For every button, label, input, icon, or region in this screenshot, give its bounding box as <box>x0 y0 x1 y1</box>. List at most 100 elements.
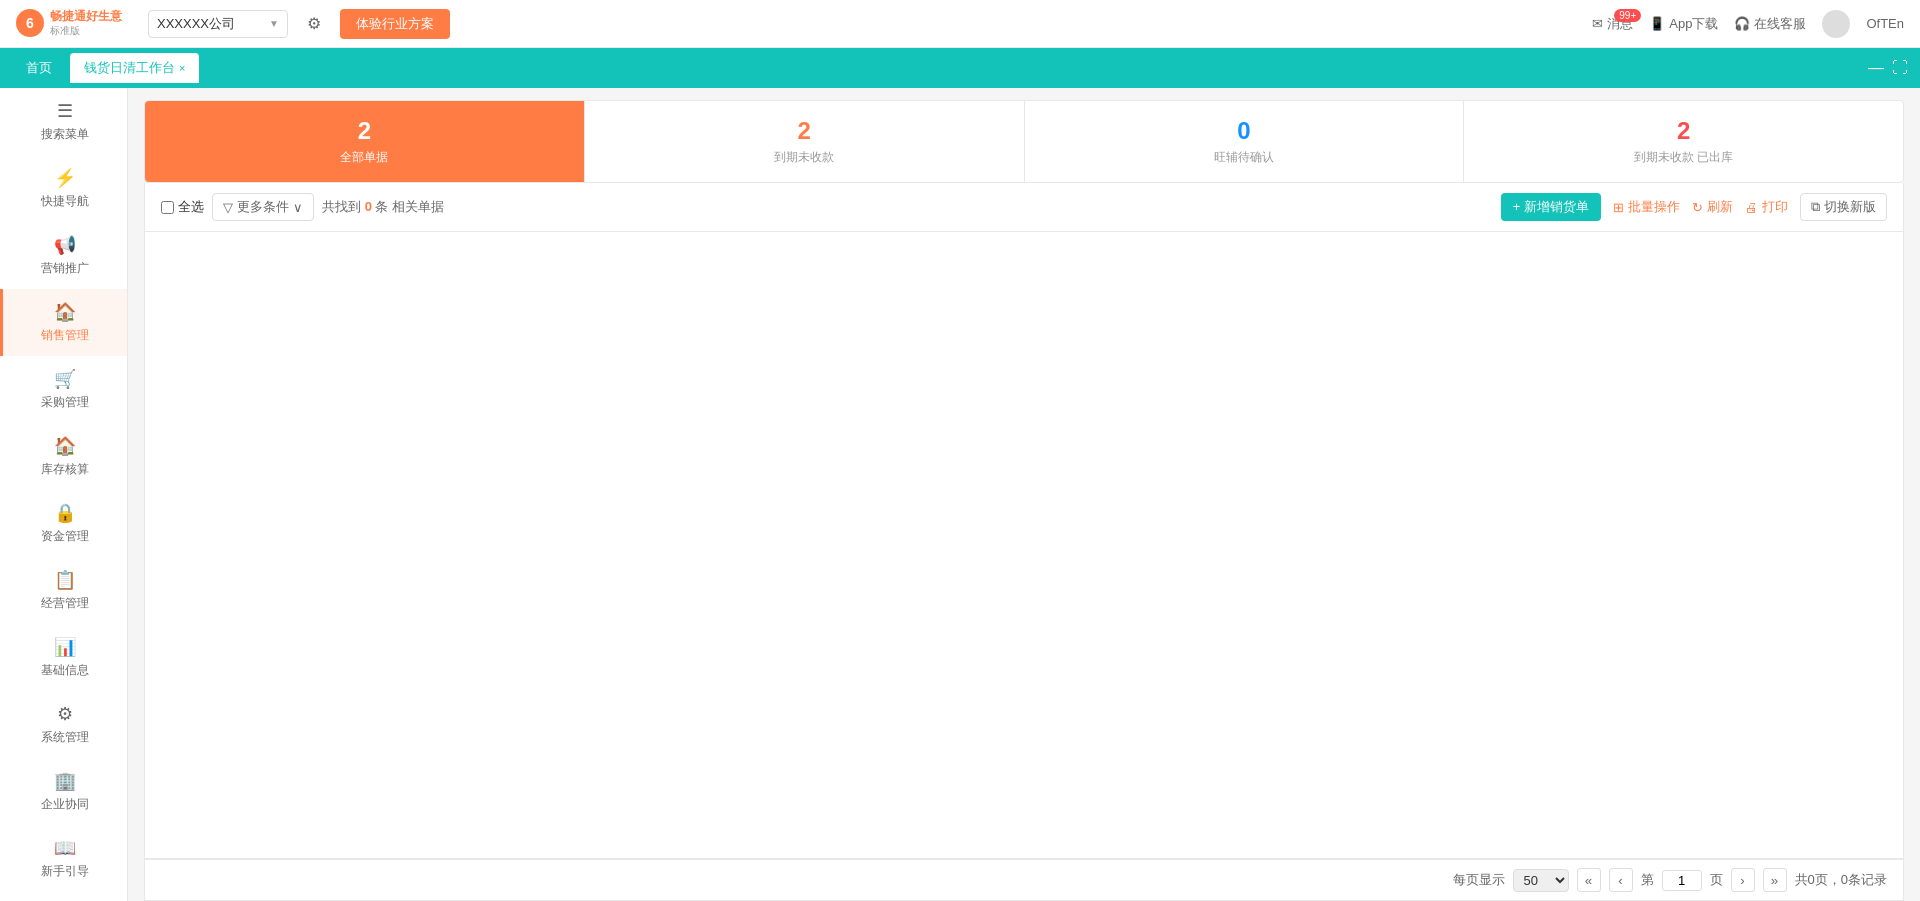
print-icon: 🖨 <box>1745 200 1758 215</box>
sidebar-item-enterprise[interactable]: 🏢 企业协同 <box>0 758 127 825</box>
sidebar-label-purchase: 采购管理 <box>41 394 89 411</box>
last-page-icon: » <box>1771 873 1778 888</box>
sidebar-label-enterprise: 企业协同 <box>41 796 89 813</box>
nav-expand-button[interactable]: ⛶ <box>1892 59 1908 77</box>
sidebar-item-marketing[interactable]: 📢 营销推广 <box>0 222 127 289</box>
add-sales-button[interactable]: + 新增销货单 <box>1501 193 1601 221</box>
stat-label-overdue-outbound: 到期未收款 已出库 <box>1484 149 1883 166</box>
stat-card-overdue-outbound[interactable]: 2 到期未收款 已出库 <box>1464 101 1903 182</box>
sidebar-item-sales[interactable]: 🏠 销售管理 <box>0 289 127 356</box>
online-service-action[interactable]: 🎧 在线客服 <box>1734 15 1806 33</box>
print-button[interactable]: 🖨 打印 <box>1745 198 1788 216</box>
sidebar-item-quick-nav[interactable]: ⚡ 快捷导航 <box>0 155 127 222</box>
top-bar: 6 畅捷通好生意 标准版 XXXXXX公司 ▼ ⚙ 体验行业方案 ✉ 消息 99… <box>0 0 1920 48</box>
sidebar-label-basic-info: 基础信息 <box>41 662 89 679</box>
toolbar: 全选 ▽ 更多条件 ∨ 共找到 0 条 相关单据 + 新增销货单 ⊞ 批量操作 <box>144 183 1904 232</box>
sidebar-item-system[interactable]: ⚙ 系统管理 <box>0 691 127 758</box>
sidebar-label-sales: 销售管理 <box>41 327 89 344</box>
enterprise-icon: 🏢 <box>54 770 76 792</box>
stat-num-all: 2 <box>165 117 564 145</box>
stat-card-all[interactable]: 2 全部单据 <box>145 101 585 182</box>
message-action[interactable]: ✉ 消息 99+ <box>1592 15 1633 33</box>
select-all-group: 全选 <box>161 198 204 216</box>
settings-icon[interactable]: ⚙ <box>300 10 328 38</box>
sidebar-label-guide: 新手引导 <box>41 863 89 880</box>
switch-version-button[interactable]: ⧉ 切换新版 <box>1800 193 1887 221</box>
sidebar-label-inventory: 库存核算 <box>41 461 89 478</box>
tab-active[interactable]: 钱货日清工作台 × <box>70 53 199 83</box>
tab-close-icon[interactable]: × <box>179 62 185 74</box>
guide-icon: 📖 <box>54 837 76 859</box>
company-name: XXXXXX公司 <box>157 15 265 33</box>
finance-icon: 🔒 <box>54 502 76 524</box>
sidebar-label-quick-nav: 快捷导航 <box>41 193 89 210</box>
batch-label: 批量操作 <box>1628 198 1680 216</box>
sidebar-item-search-menu[interactable]: ☰ 搜索菜单 <box>0 88 127 155</box>
prev-page-button[interactable]: ‹ <box>1609 868 1633 892</box>
sidebar-item-inventory[interactable]: 🏠 库存核算 <box>0 423 127 490</box>
filter-label: 更多条件 <box>237 198 289 216</box>
logo-text-group: 畅捷通好生意 标准版 <box>50 9 122 37</box>
search-menu-icon: ☰ <box>57 100 73 122</box>
refresh-icon: ↻ <box>1692 200 1703 215</box>
purchase-icon: 🛒 <box>54 368 76 390</box>
sidebar-item-purchase[interactable]: 🛒 采购管理 <box>0 356 127 423</box>
online-service-label: 在线客服 <box>1754 15 1806 33</box>
page-label-text: 第 <box>1641 871 1654 889</box>
online-service-icon: 🎧 <box>1734 16 1750 31</box>
next-page-icon: › <box>1740 873 1744 888</box>
company-selector[interactable]: XXXXXX公司 ▼ <box>148 10 288 38</box>
trial-button[interactable]: 体验行业方案 <box>340 9 450 39</box>
print-label: 打印 <box>1762 198 1788 216</box>
content-area: 2 全部单据 2 到期未收款 0 旺辅待确认 2 到期未收款 已出库 全选 <box>128 88 1920 901</box>
tab-home-label: 首页 <box>26 59 52 77</box>
sidebar-item-app-center[interactable]: 📦 应用中心 <box>0 892 127 901</box>
filter-icon: ▽ <box>223 200 233 215</box>
page-size-label: 每页显示 <box>1453 871 1505 889</box>
app-version: 标准版 <box>50 24 122 38</box>
stat-card-overdue-unpaid[interactable]: 2 到期未收款 <box>585 101 1025 182</box>
sidebar-item-guide[interactable]: 📖 新手引导 <box>0 825 127 892</box>
stat-card-wangpu[interactable]: 0 旺辅待确认 <box>1025 101 1465 182</box>
sidebar-item-finance[interactable]: 🔒 资金管理 <box>0 490 127 557</box>
switch-label: 切换新版 <box>1824 198 1876 216</box>
nav-expand-actions: — ⛶ <box>1868 59 1908 77</box>
select-all-checkbox[interactable] <box>161 201 174 214</box>
last-page-button[interactable]: » <box>1763 868 1787 892</box>
page-suffix: 页 <box>1710 871 1723 889</box>
prev-page-icon: ‹ <box>1618 873 1622 888</box>
nav-minimize-button[interactable]: — <box>1868 59 1884 77</box>
stat-label-overdue-unpaid: 到期未收款 <box>605 149 1004 166</box>
batch-operation-button[interactable]: ⊞ 批量操作 <box>1613 198 1680 216</box>
basic-info-icon: 📊 <box>54 636 76 658</box>
app-download-label: App下载 <box>1669 15 1718 33</box>
first-page-button[interactable]: « <box>1577 868 1601 892</box>
sidebar-item-basic-info[interactable]: 📊 基础信息 <box>0 624 127 691</box>
refresh-button[interactable]: ↻ 刷新 <box>1692 198 1733 216</box>
page-total: 共0页，0条记录 <box>1795 871 1887 889</box>
pagination: 每页显示 50 20 100 « ‹ 第 页 › » 共0页，0条记录 <box>144 859 1904 901</box>
sidebar-item-operations[interactable]: 📋 经营管理 <box>0 557 127 624</box>
sidebar-label-finance: 资金管理 <box>41 528 89 545</box>
switch-icon: ⧉ <box>1811 199 1820 215</box>
tab-home[interactable]: 首页 <box>12 53 66 83</box>
page-number-input[interactable] <box>1662 870 1702 891</box>
stat-num-overdue-outbound: 2 <box>1484 117 1883 145</box>
top-right-actions: ✉ 消息 99+ 📱 App下载 🎧 在线客服 OfTEn <box>1592 10 1904 38</box>
app-download-action[interactable]: 📱 App下载 <box>1649 15 1718 33</box>
sidebar-label-operations: 经营管理 <box>41 595 89 612</box>
next-page-button[interactable]: › <box>1731 868 1755 892</box>
batch-icon: ⊞ <box>1613 200 1624 215</box>
sidebar: ☰ 搜索菜单 ⚡ 快捷导航 📢 营销推广 🏠 销售管理 🛒 采购管理 🏠 库存核… <box>0 88 128 901</box>
logo-icon: 6 <box>16 9 44 37</box>
nav-tabs: 首页 钱货日清工作台 × — ⛶ <box>0 48 1920 88</box>
avatar[interactable] <box>1822 10 1850 38</box>
quick-nav-icon: ⚡ <box>54 167 76 189</box>
page-size-select[interactable]: 50 20 100 <box>1513 869 1569 892</box>
filter-button[interactable]: ▽ 更多条件 ∨ <box>212 193 314 221</box>
marketing-icon: 📢 <box>54 234 76 256</box>
sidebar-label-system: 系统管理 <box>41 729 89 746</box>
company-chevron-icon: ▼ <box>269 18 279 29</box>
tab-active-label: 钱货日清工作台 <box>84 59 175 77</box>
app-name: 畅捷通好生意 <box>50 9 122 23</box>
